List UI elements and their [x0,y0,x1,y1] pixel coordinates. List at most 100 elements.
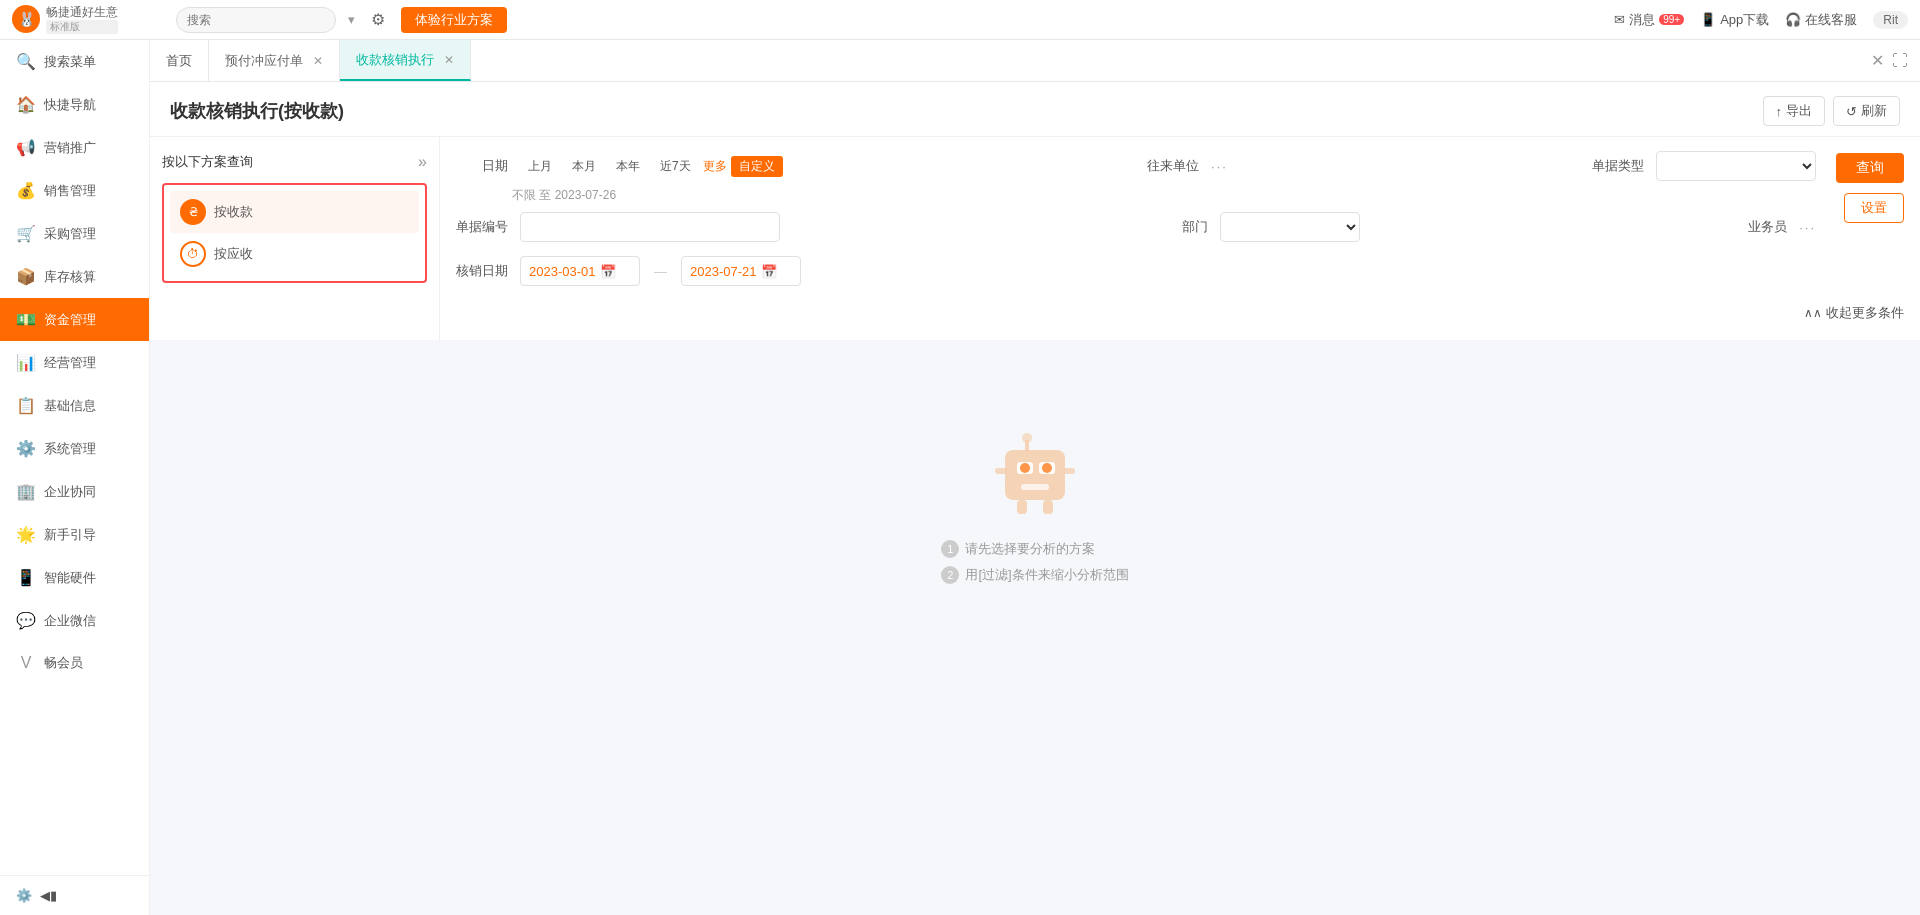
message-icon: ✉ [1614,12,1625,27]
date-tab-this-year[interactable]: 本年 [608,156,648,177]
sidebar-item-guide[interactable]: 🌟 新手引导 [0,513,149,556]
svg-rect-10 [1017,500,1027,514]
query-btn[interactable]: 查询 [1836,153,1904,183]
inventory-icon: 📦 [16,267,36,286]
content-area: 首页 预付冲应付单 ✕ 收款核销执行 ✕ ✕ ⛶ 收款核销执行(按收款) [150,40,1920,915]
sidebar-item-quick-nav[interactable]: 🏠 快捷导航 [0,83,149,126]
wechat-icon: 💬 [16,611,36,630]
salesperson-dots[interactable]: ··· [1799,220,1816,235]
tab-prepay[interactable]: 预付冲应付单 ✕ [209,40,340,81]
tab-prepay-close[interactable]: ✕ [313,54,323,68]
enterprise-icon: 🏢 [16,482,36,501]
writeoff-date-start[interactable]: 2023-03-01 📅 [520,256,640,286]
dept-label: 部门 [1156,218,1208,236]
operations-icon: 📊 [16,353,36,372]
user-badge[interactable]: Rit [1873,11,1908,29]
writeoff-start-text: 2023-03-01 [529,264,596,279]
doc-no-label: 单据编号 [456,218,508,236]
svg-rect-11 [1043,500,1053,514]
sidebar-label-basic-info: 基础信息 [44,397,96,415]
app-download-icon: 📱 [1700,12,1716,27]
date-label: 日期 [456,157,508,175]
top-search-input[interactable] [176,7,336,33]
refresh-label: 刷新 [1861,102,1887,120]
system-icon: ⚙️ [16,439,36,458]
app-download-btn[interactable]: 📱 App下载 [1700,11,1769,29]
home-icon: 🏠 [16,95,36,114]
doc-type-select[interactable] [1656,151,1816,181]
sidebar-item-inventory[interactable]: 📦 库存核算 [0,255,149,298]
date-tab-7days[interactable]: 近7天 [652,156,699,177]
purchase-icon: 🛒 [16,224,36,243]
settings-btn[interactable]: 设置 [1844,193,1904,223]
top-bar: 🐰 畅捷通好生意 标准版 ▾ ⚙ 体验行业方案 ✉ 消息 99+ 📱 App下载… [0,0,1920,40]
app-version: 标准版 [46,20,118,34]
filter-option-by-receipt[interactable]: ₴ 按收款 [170,191,419,233]
calendar-end-icon[interactable]: 📅 [761,264,777,279]
dept-select[interactable] [1220,212,1360,242]
sidebar-label-wechat: 企业微信 [44,612,96,630]
capital-icon: 💵 [16,310,36,329]
sidebar-item-sales[interactable]: 💰 销售管理 [0,169,149,212]
online-service-btn[interactable]: 🎧 在线客服 [1785,11,1857,29]
svg-rect-5 [1021,484,1049,490]
sidebar-collapse-toggle[interactable]: ◀▮ [40,888,57,903]
writeoff-date-label: 核销日期 [456,262,508,280]
search-icon: 🔍 [16,52,36,71]
doc-no-input[interactable] [520,212,780,242]
marketing-icon: 📢 [16,138,36,157]
sidebar-item-search-menu[interactable]: 🔍 搜索菜单 [0,40,149,83]
calendar-start-icon[interactable]: 📅 [600,264,616,279]
date-tab-last-month[interactable]: 上月 [520,156,560,177]
settings-gear-icon[interactable]: ⚙ [371,10,385,29]
filter-option-receivable-label: 按应收 [214,245,253,263]
sidebar-label-enterprise: 企业协同 [44,483,96,501]
collapse-more-row: ∧∧ 收起更多条件 [456,300,1904,326]
tab-collect-close[interactable]: ✕ [444,53,454,67]
filter-col-main: 日期 上月 本月 本年 近7天 更多 自定义 往来 [456,151,1816,300]
sidebar-item-member[interactable]: V 畅会员 [0,642,149,684]
date-tab-this-month[interactable]: 本月 [564,156,604,177]
solution-btn[interactable]: 体验行业方案 [401,7,507,33]
export-btn[interactable]: ↑ 导出 [1763,96,1826,126]
receipt-icon: ₴ [180,199,206,225]
writeoff-date-end[interactable]: 2023-07-21 📅 [681,256,801,286]
sidebar-item-capital[interactable]: 💵 资金管理 [0,298,149,341]
sidebar-label-system: 系统管理 [44,440,96,458]
collapse-more-btn[interactable]: ∧∧ 收起更多条件 [1804,304,1904,322]
sidebar-item-enterprise[interactable]: 🏢 企业协同 [0,470,149,513]
tab-collect[interactable]: 收款核销执行 ✕ [340,40,471,81]
sidebar-settings-btn[interactable]: ⚙️ ◀▮ [0,876,149,915]
filter-panel-collapse-icon[interactable]: » [418,153,427,171]
basic-info-icon: 📋 [16,396,36,415]
search-chevron-icon[interactable]: ▾ [348,12,355,27]
date-tab-custom[interactable]: 自定义 [731,156,783,177]
logo-area: 🐰 畅捷通好生意 标准版 [12,5,152,33]
page-title: 收款核销执行(按收款) [170,99,344,123]
filter-row-3: 核销日期 2023-03-01 📅 — 2023-07-21 📅 [456,256,1816,286]
top-bar-right: ✉ 消息 99+ 📱 App下载 🎧 在线客服 Rit [1614,11,1908,29]
svg-rect-0 [1005,450,1065,500]
svg-point-3 [1020,463,1030,473]
tab-home[interactable]: 首页 [150,40,209,81]
sidebar-item-operations[interactable]: 📊 经营管理 [0,341,149,384]
tab-maximize-btn[interactable]: ⛶ [1888,48,1912,74]
tab-prepay-label: 预付冲应付单 [225,52,303,70]
tab-close-all-btn[interactable]: ✕ [1867,47,1888,74]
counterparty-dots[interactable]: ··· [1211,159,1228,174]
sidebar-item-basic-info[interactable]: 📋 基础信息 [0,384,149,427]
filter-option-by-receivable[interactable]: ⏱ 按应收 [170,233,419,275]
sidebar-item-marketing[interactable]: 📢 营销推广 [0,126,149,169]
sidebar-item-smart-hw[interactable]: 📱 智能硬件 [0,556,149,599]
refresh-btn[interactable]: ↺ 刷新 [1833,96,1900,126]
sidebar-label-sales: 销售管理 [44,182,96,200]
sidebar-label-capital: 资金管理 [44,311,96,329]
message-btn[interactable]: ✉ 消息 99+ [1614,11,1684,29]
date-more-link[interactable]: 更多 [703,158,727,175]
sidebar: 🔍 搜索菜单 🏠 快捷导航 📢 营销推广 💰 销售管理 🛒 采购管理 📦 库存核… [0,40,150,915]
sidebar-label-guide: 新手引导 [44,526,96,544]
sidebar-item-purchase[interactable]: 🛒 采购管理 [0,212,149,255]
refresh-icon: ↺ [1846,104,1857,119]
sidebar-item-system[interactable]: ⚙️ 系统管理 [0,427,149,470]
sidebar-item-wechat[interactable]: 💬 企业微信 [0,599,149,642]
